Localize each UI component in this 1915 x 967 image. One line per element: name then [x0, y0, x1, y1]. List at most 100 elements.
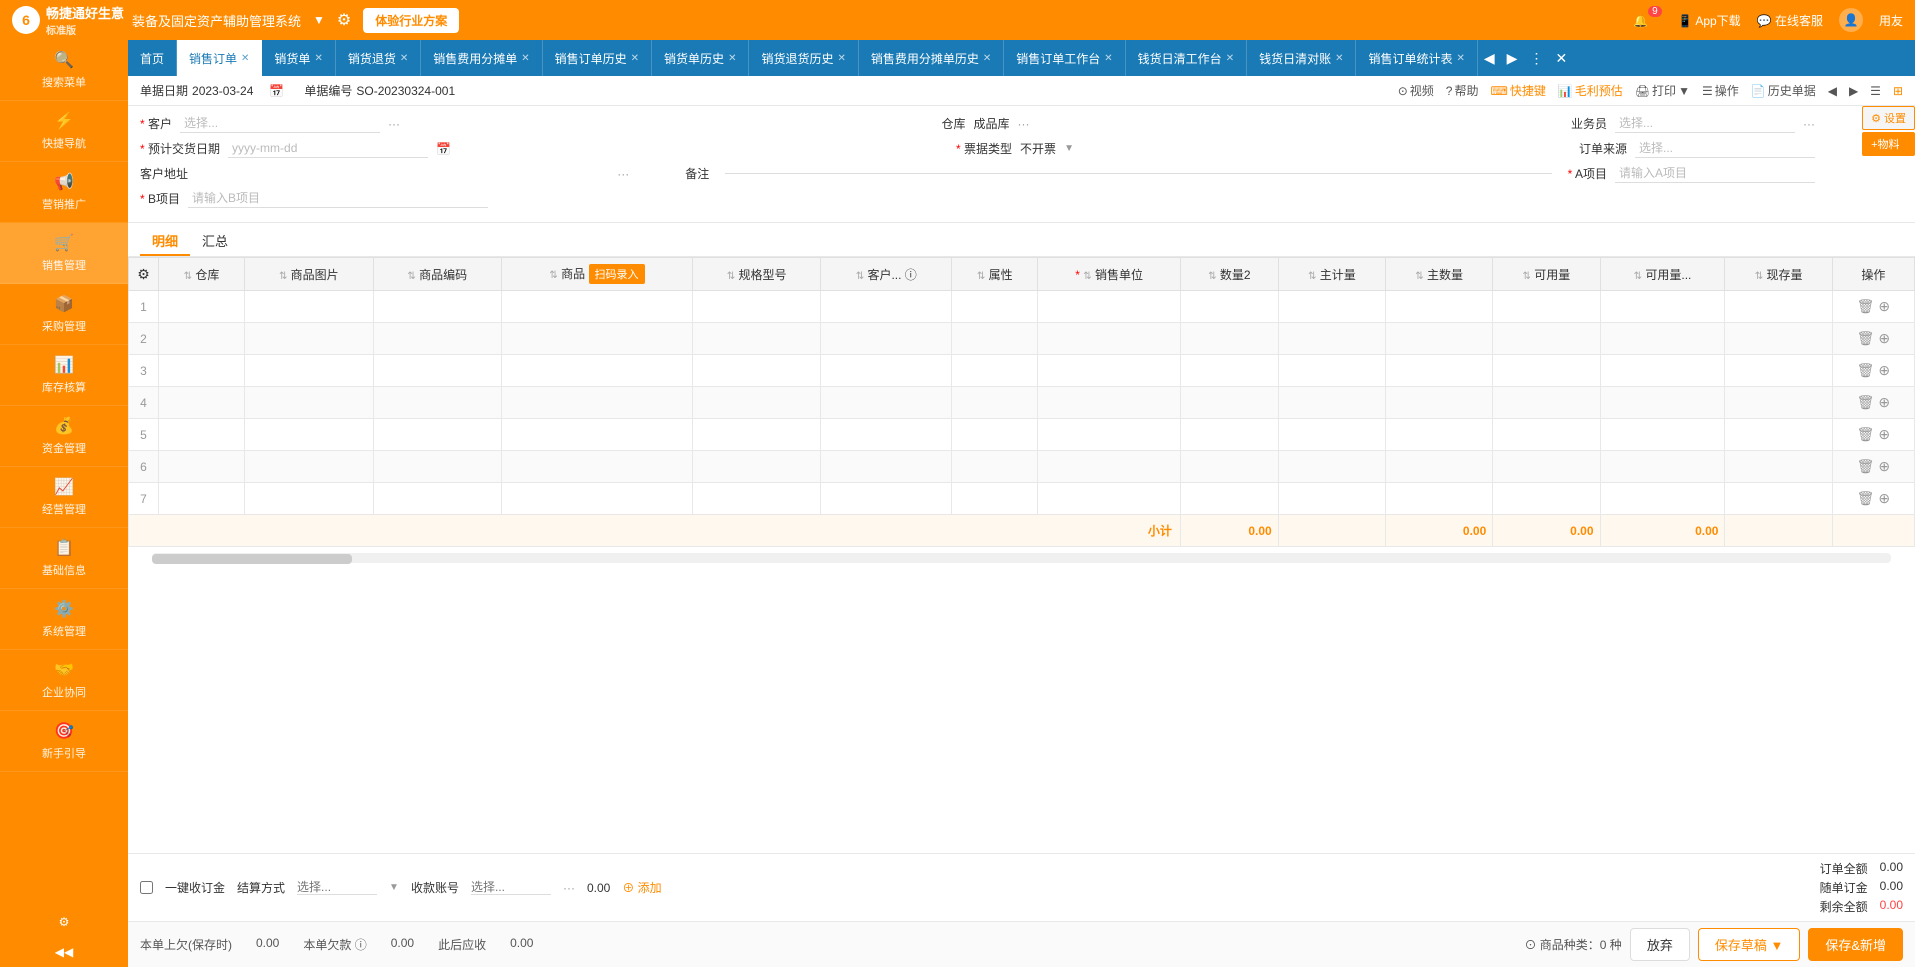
online-service-btn[interactable]: 💬 在线客服 [1757, 12, 1823, 29]
delete-row-icon[interactable]: 🗑 [1857, 394, 1875, 411]
tab-prev-icon[interactable]: ◀ [1478, 50, 1501, 67]
delete-row-icon[interactable]: 🗑 [1857, 458, 1875, 475]
invoice-dropdown-icon[interactable]: ▼ [1064, 143, 1074, 154]
customer-dots[interactable]: ··· [388, 117, 400, 131]
tab-expense-history[interactable]: 销售费用分摊单历史 ✕ [859, 40, 1004, 76]
gear-icon[interactable]: ⚙ [137, 266, 150, 282]
sidebar-item-enterprise[interactable]: 🤝 企业协同 [0, 650, 128, 711]
tab-sales-invoice[interactable]: 销货单 ✕ [262, 40, 335, 76]
th-code[interactable]: ⇅ 商品编码 [373, 258, 501, 291]
settlement-dropdown-icon[interactable]: ▼ [389, 882, 399, 893]
tab-order-history[interactable]: 销售订单历史 ✕ [543, 40, 652, 76]
delete-row-icon[interactable]: 🗑 [1857, 490, 1875, 507]
prev-record-icon[interactable]: ◀ [1828, 84, 1837, 98]
help-btn[interactable]: ? 帮助 [1446, 82, 1479, 99]
th-available[interactable]: ⇅ 可用量 [1493, 258, 1600, 291]
copy-row-icon[interactable]: ⊕ [1878, 426, 1890, 443]
operate-btn[interactable]: ☰ 操作 [1702, 82, 1739, 99]
tab-close-icon[interactable]: ✕ [400, 53, 408, 64]
save-draft-button[interactable]: 保存草稿 ▼ [1698, 928, 1801, 961]
cell-image[interactable] [245, 291, 373, 323]
tab-more-icon[interactable]: ⋮ [1523, 50, 1549, 67]
th-settings[interactable]: ⚙ [129, 258, 159, 291]
th-attribute[interactable]: ⇅ 属性 [952, 258, 1038, 291]
tab-return-history[interactable]: 销货退货历史 ✕ [749, 40, 858, 76]
cell-current-stock[interactable] [1725, 291, 1832, 323]
scrollbar-track[interactable] [128, 547, 1915, 569]
tab-next-icon[interactable]: ▶ [1501, 50, 1524, 67]
delete-row-icon[interactable]: 🗑 [1857, 330, 1875, 347]
cell-code[interactable] [373, 291, 501, 323]
tab-order-stats[interactable]: 销售订单统计表 ✕ [1356, 40, 1477, 76]
dropdown-arrow-icon[interactable]: ▼ [313, 13, 325, 27]
warehouse-dots[interactable]: ··· [1018, 117, 1030, 131]
tab-detail[interactable]: 明细 [140, 227, 190, 256]
b-project-input[interactable] [188, 189, 488, 208]
tab-invoice-history[interactable]: 销货单历史 ✕ [652, 40, 749, 76]
cell-qty2[interactable] [1180, 291, 1278, 323]
cell-main-unit[interactable] [1278, 291, 1385, 323]
tab-close-icon[interactable]: ✕ [314, 53, 322, 64]
sidebar-item-sales[interactable]: 🛒 销售管理 [0, 223, 128, 284]
th-current-stock[interactable]: ⇅ 现存量 [1725, 258, 1832, 291]
th-qty2[interactable]: ⇅ 数量2 [1180, 258, 1278, 291]
th-sales-unit[interactable]: ⇅ 销售单位 [1038, 258, 1181, 291]
copy-row-icon[interactable]: ⊕ [1878, 458, 1890, 475]
sidebar-item-purchase[interactable]: 📦 采购管理 [0, 284, 128, 345]
th-spec[interactable]: ⇅ 规格型号 [692, 258, 820, 291]
copy-row-icon[interactable]: ⊕ [1878, 490, 1890, 507]
calendar-icon[interactable]: 📅 [436, 142, 451, 156]
tab-close-icon[interactable]: ✕ [1226, 53, 1234, 64]
tab-close-all-icon[interactable]: ✕ [1549, 50, 1573, 67]
sidebar-item-inventory[interactable]: 📊 库存核算 [0, 345, 128, 406]
customer-input[interactable] [180, 114, 380, 133]
next-record-icon[interactable]: ▶ [1849, 84, 1858, 98]
tab-daily-workbench[interactable]: 钱货日清工作台 ✕ [1126, 40, 1247, 76]
view-btn[interactable]: ⊙ 视频 [1398, 82, 1434, 99]
th-available2[interactable]: ⇅ 可用量... [1600, 258, 1725, 291]
settings-btn[interactable]: ⚙ 设置 [1862, 106, 1915, 130]
tab-close-icon[interactable]: ✕ [1104, 53, 1112, 64]
tab-close-icon[interactable]: ✕ [728, 53, 736, 64]
tab-sales-order[interactable]: 销售订单 ✕ [177, 40, 262, 76]
tab-close-icon[interactable]: ✕ [521, 53, 529, 64]
salesperson-dots[interactable]: ··· [1803, 117, 1815, 131]
th-image[interactable]: ⇅ 商品图片 [245, 258, 373, 291]
discard-button[interactable]: 放弃 [1630, 928, 1690, 961]
cell-spec[interactable] [692, 291, 820, 323]
settlement-input[interactable] [297, 880, 377, 895]
sidebar-collapse-icon[interactable]: ◀◀ [0, 937, 128, 967]
notification-btn[interactable]: 🔔9 [1633, 12, 1662, 28]
delete-row-icon[interactable]: 🗑 [1857, 298, 1875, 315]
delete-row-icon[interactable]: 🗑 [1857, 426, 1875, 443]
sidebar-item-basic[interactable]: 📋 基础信息 [0, 528, 128, 589]
th-warehouse[interactable]: ⇅ 仓库 [159, 258, 245, 291]
copy-row-icon[interactable]: ⊕ [1878, 298, 1890, 315]
cell-product[interactable] [502, 291, 693, 323]
cell-main-qty[interactable] [1386, 291, 1493, 323]
cell-available[interactable] [1493, 291, 1600, 323]
copy-row-icon[interactable]: ⊕ [1878, 330, 1890, 347]
tab-close-icon[interactable]: ✕ [983, 53, 991, 64]
order-source-input[interactable] [1635, 139, 1815, 158]
add-material-btn[interactable]: +物料 [1862, 132, 1915, 156]
th-customer-code[interactable]: ⇅ 客户... ⓘ [821, 258, 952, 291]
address-dots[interactable]: ··· [617, 167, 629, 181]
one-click-checkbox[interactable] [140, 881, 153, 894]
tab-home[interactable]: 首页 [128, 40, 177, 76]
account-dots[interactable]: ··· [563, 881, 575, 895]
app-download-btn[interactable]: 📱 App下载 [1678, 12, 1741, 29]
tab-order-workbench[interactable]: 销售订单工作台 ✕ [1004, 40, 1125, 76]
th-main-qty[interactable]: ⇅ 主数量 [1386, 258, 1493, 291]
delete-row-icon[interactable]: 🗑 [1857, 362, 1875, 379]
scan-button[interactable]: 扫码录入 [589, 264, 645, 284]
sidebar-item-system[interactable]: ⚙️ 系统管理 [0, 589, 128, 650]
delivery-input[interactable] [228, 139, 428, 158]
salesperson-input[interactable] [1615, 114, 1795, 133]
cell-attribute[interactable] [952, 291, 1038, 323]
sidebar-item-finance[interactable]: 💰 资金管理 [0, 406, 128, 467]
cell-sales-unit[interactable] [1038, 291, 1181, 323]
sidebar-item-search[interactable]: 🔍 搜索菜单 [0, 40, 128, 101]
user-name[interactable]: 用友 [1879, 12, 1903, 29]
sidebar-item-quicknav[interactable]: ⚡ 快捷导航 [0, 101, 128, 162]
